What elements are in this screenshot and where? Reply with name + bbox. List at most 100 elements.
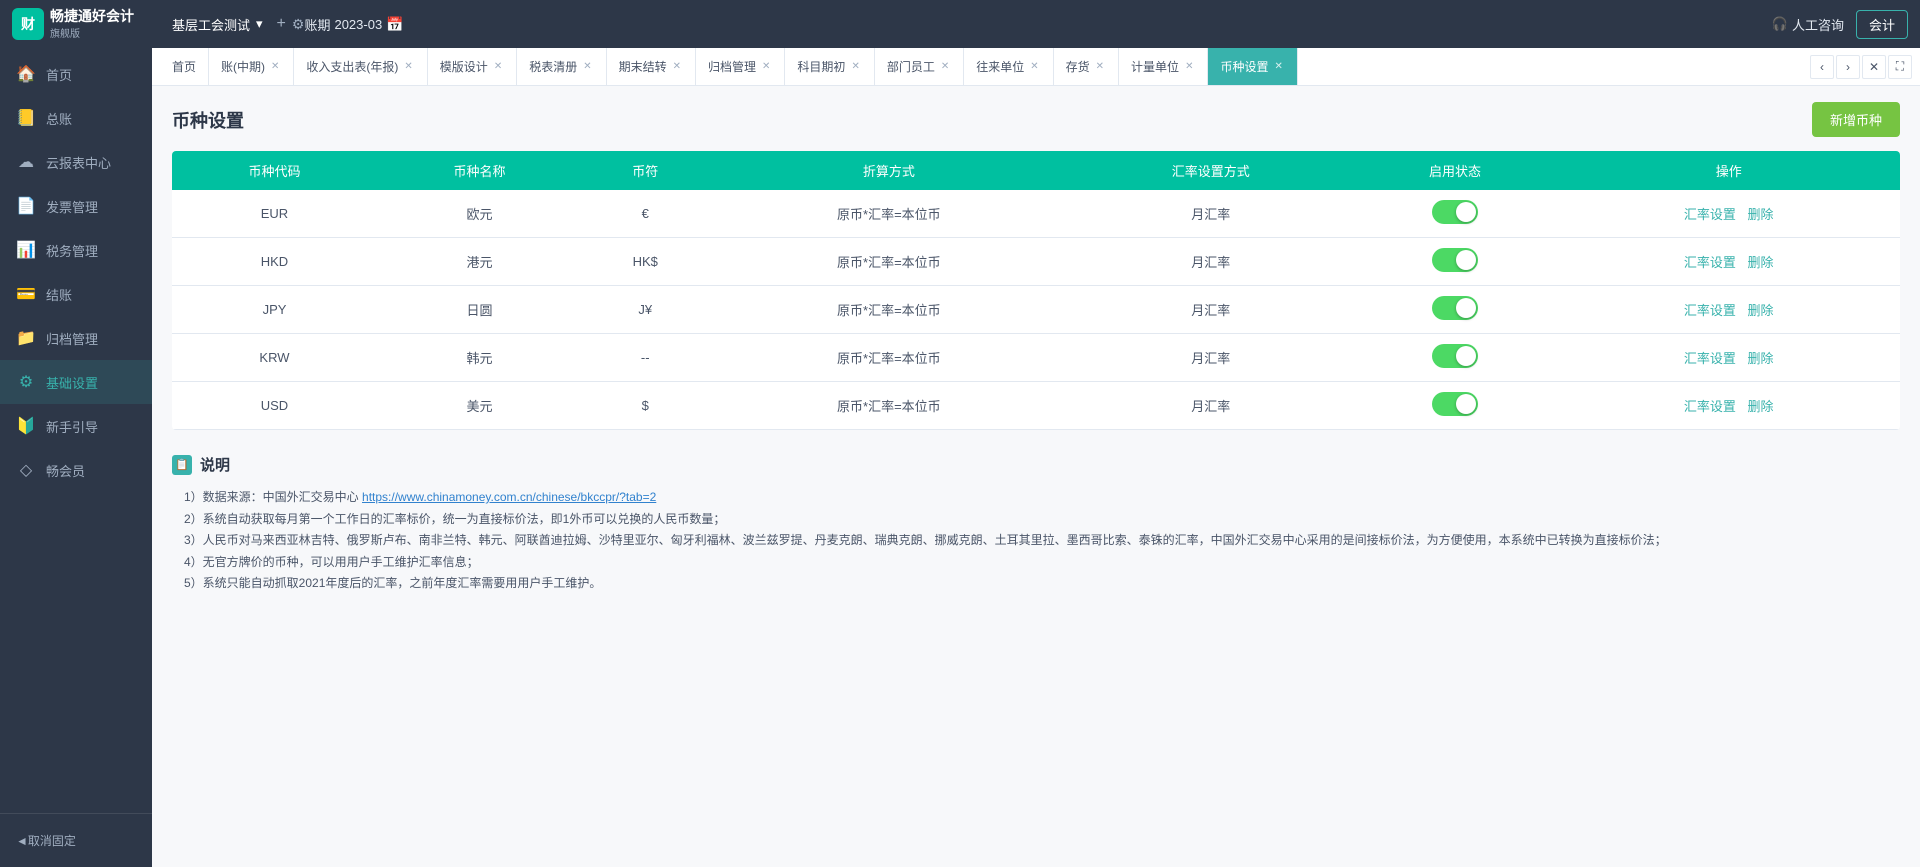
delete-link-0[interactable]: 删除 <box>1744 207 1778 222</box>
col-status: 启用状态 <box>1352 151 1557 190</box>
toggle-knob-1 <box>1456 250 1476 270</box>
tab-partners[interactable]: 往来单位 ✕ <box>964 48 1053 85</box>
calendar-icon[interactable]: 📅 <box>386 16 403 33</box>
rate-setting-link-2[interactable]: 汇率设置 <box>1680 303 1740 318</box>
sidebar-item-tax[interactable]: 📊 税务管理 <box>0 228 152 272</box>
tab-archive[interactable]: 归档管理 ✕ <box>696 48 785 85</box>
cell-rate-type-2: 月汇率 <box>1069 286 1352 334</box>
workspace-selector[interactable]: 基层工会测试 ▾ <box>164 11 271 38</box>
pin-label: ◄取消固定 <box>16 832 76 849</box>
help-label: 人工咨询 <box>1792 15 1844 34</box>
account-button[interactable]: 会计 <box>1856 10 1908 39</box>
delete-link-2[interactable]: 删除 <box>1744 303 1778 318</box>
tab-tax-table-close[interactable]: ✕ <box>581 60 593 73</box>
new-currency-button[interactable]: 新增币种 <box>1812 102 1900 137</box>
note-item-2: 3）人民币对马来西亚林吉特、俄罗斯卢布、南非兰特、韩元、阿联酋迪拉姆、沙特里亚尔… <box>184 530 1900 552</box>
tab-next-button[interactable]: › <box>1836 55 1860 79</box>
delete-link-3[interactable]: 删除 <box>1744 351 1778 366</box>
tab-template-close[interactable]: ✕ <box>492 60 504 73</box>
toggle-knob-0 <box>1456 202 1476 222</box>
toggle-switch-1[interactable] <box>1432 248 1478 272</box>
tab-fullscreen-button[interactable]: ⛶ <box>1888 55 1912 79</box>
tab-currency-label: 币种设置 <box>1220 58 1268 75</box>
add-workspace-button[interactable]: + <box>271 15 292 33</box>
tab-close-all-button[interactable]: ✕ <box>1862 55 1886 79</box>
content-area: 币种设置 新增币种 币种代码 币种名称 币符 折算方式 汇率设置方式 启用状态 … <box>152 86 1920 867</box>
cell-rate-type-0: 月汇率 <box>1069 190 1352 238</box>
settings-icon[interactable]: ⚙ <box>292 16 305 33</box>
notes-section: 📋 说明 1）数据来源：中国外汇交易中心 https://www.chinamo… <box>172 454 1900 595</box>
rate-setting-link-1[interactable]: 汇率设置 <box>1680 255 1740 270</box>
rate-setting-link-0[interactable]: 汇率设置 <box>1680 207 1740 222</box>
sidebar-label-home: 首页 <box>46 65 72 84</box>
sidebar-item-ledger[interactable]: 📒 总账 <box>0 96 152 140</box>
logo-area: 财 畅捷通好会计 旗舰版 <box>12 8 164 40</box>
tab-period-end-label: 期末结转 <box>619 58 667 75</box>
col-rate-type: 汇率设置方式 <box>1069 151 1352 190</box>
cell-action-3: 汇率设置 删除 <box>1557 334 1900 382</box>
cell-action-1: 汇率设置 删除 <box>1557 238 1900 286</box>
sidebar-item-home[interactable]: 🏠 首页 <box>0 52 152 96</box>
tab-unit-close[interactable]: ✕ <box>1183 60 1195 73</box>
table-row: KRW 韩元 -- 原币*汇率=本位币 月汇率 汇率设置 删除 <box>172 334 1900 382</box>
tab-period-end[interactable]: 期末结转 ✕ <box>607 48 696 85</box>
sidebar-item-settings[interactable]: ⚙ 基础设置 <box>0 360 152 404</box>
tab-prev-button[interactable]: ‹ <box>1810 55 1834 79</box>
pin-sidebar-button[interactable]: ◄取消固定 <box>0 824 152 857</box>
cell-name-0: 欧元 <box>377 190 582 238</box>
gear-icon: ⚙ <box>16 372 36 392</box>
tab-inventory-close[interactable]: ✕ <box>1094 60 1106 73</box>
logo-text: 畅捷通好会计 <box>50 8 134 25</box>
tab-annual-report-close[interactable]: ✕ <box>402 60 414 73</box>
sidebar-label-invoice: 发票管理 <box>46 197 98 216</box>
tab-period-close[interactable]: ✕ <box>269 60 281 73</box>
cell-rate-type-4: 月汇率 <box>1069 382 1352 430</box>
toggle-switch-0[interactable] <box>1432 200 1478 224</box>
chevron-down-icon: ▾ <box>256 16 263 32</box>
cell-action-2: 汇率设置 删除 <box>1557 286 1900 334</box>
tab-currency[interactable]: 币种设置 ✕ <box>1208 48 1297 85</box>
tab-nav-btns: ‹ › ✕ ⛶ <box>1810 55 1912 79</box>
main-layout: 🏠 首页 📒 总账 ☁ 云报表中心 📄 发票管理 📊 税务管理 💳 结账 📁 归… <box>0 48 1920 867</box>
period-value: 2023-03 <box>334 17 382 32</box>
sidebar-item-guide[interactable]: 🔰 新手引导 <box>0 404 152 448</box>
tab-currency-close[interactable]: ✕ <box>1272 60 1284 73</box>
tab-inventory[interactable]: 存货 ✕ <box>1054 48 1119 85</box>
delete-link-1[interactable]: 删除 <box>1744 255 1778 270</box>
toggle-switch-2[interactable] <box>1432 296 1478 320</box>
top-header: 财 畅捷通好会计 旗舰版 基层工会测试 ▾ + ⚙ 账期 2023-03 📅 🎧… <box>0 0 1920 48</box>
tab-tax-table[interactable]: 税表清册 ✕ <box>517 48 606 85</box>
sidebar-item-checkout[interactable]: 💳 结账 <box>0 272 152 316</box>
tab-archive-close[interactable]: ✕ <box>760 60 772 73</box>
tab-unit-label: 计量单位 <box>1131 58 1179 75</box>
toggle-switch-4[interactable] <box>1432 392 1478 416</box>
sidebar-item-member[interactable]: ◇ 畅会员 <box>0 448 152 492</box>
tab-period[interactable]: 账(中期) ✕ <box>209 48 294 85</box>
rate-setting-link-3[interactable]: 汇率设置 <box>1680 351 1740 366</box>
sidebar-item-invoice[interactable]: 📄 发票管理 <box>0 184 152 228</box>
member-icon: ◇ <box>16 460 36 480</box>
notes-link[interactable]: https://www.chinamoney.com.cn/chinese/bk… <box>362 490 656 504</box>
tab-archive-label: 归档管理 <box>708 58 756 75</box>
tab-subjects[interactable]: 科目期初 ✕ <box>785 48 874 85</box>
delete-link-4[interactable]: 删除 <box>1744 399 1778 414</box>
rate-setting-link-4[interactable]: 汇率设置 <box>1680 399 1740 414</box>
tab-subjects-close[interactable]: ✕ <box>849 60 861 73</box>
sidebar-item-archive[interactable]: 📁 归档管理 <box>0 316 152 360</box>
tab-period-end-close[interactable]: ✕ <box>671 60 683 73</box>
tab-staff[interactable]: 部门员工 ✕ <box>875 48 964 85</box>
tab-staff-close[interactable]: ✕ <box>939 60 951 73</box>
archive-icon: 📁 <box>16 328 36 348</box>
tab-unit[interactable]: 计量单位 ✕ <box>1119 48 1208 85</box>
sidebar-label-settings: 基础设置 <box>46 373 98 392</box>
tab-partners-close[interactable]: ✕ <box>1028 60 1040 73</box>
sidebar-item-reports[interactable]: ☁ 云报表中心 <box>0 140 152 184</box>
logo-text-block: 畅捷通好会计 旗舰版 <box>50 8 134 40</box>
headset-icon: 🎧 <box>1772 16 1788 32</box>
tab-annual-report[interactable]: 收入支出表(年报) ✕ <box>294 48 427 85</box>
toggle-switch-3[interactable] <box>1432 344 1478 368</box>
header-right: 🎧 人工咨询 会计 <box>1772 10 1908 39</box>
tab-template[interactable]: 模版设计 ✕ <box>428 48 517 85</box>
help-button[interactable]: 🎧 人工咨询 <box>1772 15 1844 34</box>
tab-home[interactable]: 首页 <box>160 48 209 85</box>
